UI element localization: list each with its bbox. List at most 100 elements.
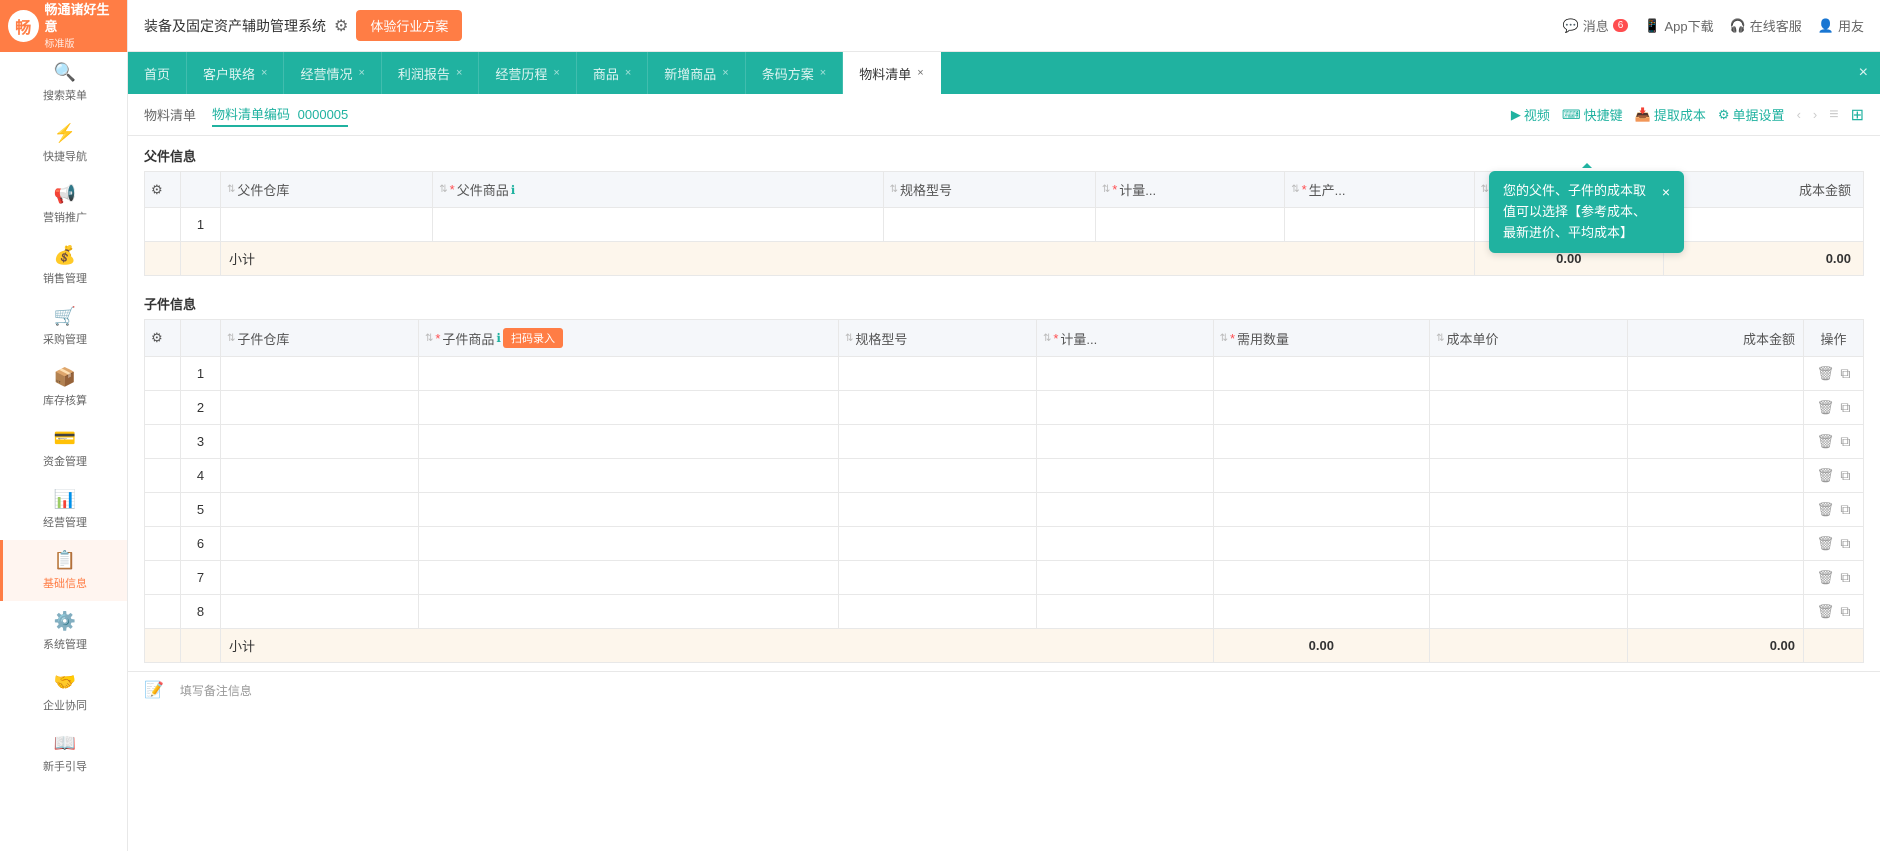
tab-history[interactable]: 经营历程 × [479, 52, 576, 94]
tooltip-close-button[interactable]: × [1662, 181, 1670, 203]
child-row-unit-cost[interactable] [1430, 357, 1628, 391]
child-row-warehouse[interactable] [221, 391, 419, 425]
tab-bom-close[interactable]: × [917, 67, 923, 79]
child-row-unit[interactable] [1036, 391, 1213, 425]
tab-history-close[interactable]: × [553, 67, 559, 79]
delete-icon[interactable]: 🗑 [1817, 501, 1835, 518]
tab-barcode[interactable]: 条码方案 × [746, 52, 843, 94]
delete-icon[interactable]: 🗑 [1817, 569, 1835, 586]
bottom-bar-text[interactable]: 填写备注信息 [180, 682, 252, 699]
child-row-unit[interactable] [1036, 527, 1213, 561]
child-row-qty[interactable] [1213, 459, 1429, 493]
sort-icon[interactable]: ⇅ [1043, 333, 1051, 344]
child-row-cost-amount[interactable] [1628, 391, 1804, 425]
online-service-button[interactable]: 🎧 在线客服 [1730, 16, 1802, 35]
child-row-cost-amount[interactable] [1628, 459, 1804, 493]
child-row-cost-amount[interactable] [1628, 425, 1804, 459]
sidebar-item-purchase[interactable]: 🛒 采购管理 [0, 296, 127, 357]
child-goods-info-icon[interactable]: ℹ [496, 331, 501, 345]
copy-icon[interactable]: ⧉ [1840, 399, 1850, 416]
child-row-spec[interactable] [838, 425, 1036, 459]
sidebar-item-inventory[interactable]: 📦 库存核算 [0, 357, 127, 418]
delete-icon[interactable]: 🗑 [1817, 535, 1835, 552]
copy-icon[interactable]: ⧉ [1840, 467, 1850, 484]
app-download-button[interactable]: 📱 App下载 [1644, 16, 1713, 35]
parent-row-warehouse[interactable] [221, 208, 433, 242]
gear-icon[interactable]: ⚙ [151, 182, 163, 197]
child-row-qty[interactable] [1213, 493, 1429, 527]
copy-icon[interactable]: ⧉ [1840, 535, 1850, 552]
parent-row-unit[interactable] [1095, 208, 1284, 242]
sidebar-item-basic-info[interactable]: 📋 基础信息 [0, 540, 127, 601]
child-row-cost-amount[interactable] [1628, 493, 1804, 527]
trial-button[interactable]: 体验行业方案 [356, 10, 462, 41]
child-row-goods[interactable] [418, 391, 838, 425]
child-row-spec[interactable] [838, 493, 1036, 527]
child-row-cost-amount[interactable] [1628, 527, 1804, 561]
child-row-unit[interactable] [1036, 459, 1213, 493]
child-row-warehouse[interactable] [221, 527, 419, 561]
table-view-icon[interactable]: ⊞ [1851, 105, 1864, 125]
child-row-qty[interactable] [1213, 527, 1429, 561]
child-row-goods[interactable] [418, 425, 838, 459]
sidebar-item-sales[interactable]: 💰 销售管理 [0, 235, 127, 296]
copy-icon[interactable]: ⧉ [1840, 365, 1850, 382]
parent-row-production[interactable] [1285, 208, 1474, 242]
tab-customer[interactable]: 客户联络 × [187, 52, 284, 94]
sort-icon[interactable]: ⇅ [890, 184, 898, 195]
gear-button[interactable]: ⚙ [334, 16, 348, 36]
tab-operations-status-close[interactable]: × [358, 67, 364, 79]
child-row-unit-cost[interactable] [1430, 391, 1628, 425]
sort-icon[interactable]: ⇅ [1102, 184, 1110, 195]
child-row-goods[interactable] [418, 493, 838, 527]
child-row-unit[interactable] [1036, 561, 1213, 595]
sort-icon[interactable]: ⇅ [845, 333, 853, 344]
tab-goods[interactable]: 商品 × [577, 52, 648, 94]
copy-icon[interactable]: ⧉ [1840, 433, 1850, 450]
child-row-qty[interactable] [1213, 561, 1429, 595]
delete-icon[interactable]: 🗑 [1817, 399, 1835, 416]
sort-icon[interactable]: ⇅ [1436, 333, 1444, 344]
sort-icon[interactable]: ⇅ [439, 184, 447, 195]
child-row-cost-amount[interactable] [1628, 561, 1804, 595]
sidebar-item-operations[interactable]: 📊 经营管理 [0, 479, 127, 540]
sidebar-item-quick-nav[interactable]: ⚡ 快捷导航 [0, 113, 127, 174]
message-button[interactable]: 💬 消息 6 [1563, 16, 1629, 35]
sidebar-item-search[interactable]: 🔍 搜索菜单 [0, 52, 127, 113]
parent-row-goods[interactable] [433, 208, 883, 242]
child-row-warehouse[interactable] [221, 357, 419, 391]
child-row-goods[interactable] [418, 459, 838, 493]
child-row-warehouse[interactable] [221, 459, 419, 493]
user-menu[interactable]: 👤 用友 [1818, 16, 1864, 35]
gear-icon[interactable]: ⚙ [151, 330, 163, 345]
sidebar-item-system[interactable]: ⚙️ 系统管理 [0, 601, 127, 662]
copy-icon[interactable]: ⧉ [1840, 501, 1850, 518]
close-all-tabs[interactable]: × [1847, 64, 1880, 82]
delete-icon[interactable]: 🗑 [1817, 603, 1835, 620]
child-row-spec[interactable] [838, 459, 1036, 493]
child-row-unit[interactable] [1036, 493, 1213, 527]
child-row-spec[interactable] [838, 561, 1036, 595]
child-row-unit-cost[interactable] [1430, 459, 1628, 493]
child-row-spec[interactable] [838, 391, 1036, 425]
child-row-goods[interactable] [418, 357, 838, 391]
child-row-warehouse[interactable] [221, 561, 419, 595]
child-row-unit-cost[interactable] [1430, 561, 1628, 595]
single-settings-button[interactable]: ⚙ 单据设置 [1718, 105, 1785, 124]
child-row-unit[interactable] [1036, 595, 1213, 629]
child-row-unit[interactable] [1036, 357, 1213, 391]
nav-next[interactable]: › [1813, 107, 1817, 122]
sort-icon[interactable]: ⇅ [1291, 184, 1299, 195]
delete-icon[interactable]: 🗑 [1817, 365, 1835, 382]
child-row-unit-cost[interactable] [1430, 425, 1628, 459]
tab-goods-close[interactable]: × [625, 67, 631, 79]
child-row-cost-amount[interactable] [1628, 595, 1804, 629]
shortcut-button[interactable]: ⌨ 快捷键 [1562, 105, 1623, 124]
sidebar-item-finance[interactable]: 💳 资金管理 [0, 418, 127, 479]
delete-icon[interactable]: 🗑 [1817, 467, 1835, 484]
subtab-bom-list[interactable]: 物料清单 [144, 103, 196, 126]
child-row-cost-amount[interactable] [1628, 357, 1804, 391]
child-row-goods[interactable] [418, 595, 838, 629]
copy-icon[interactable]: ⧉ [1840, 569, 1850, 586]
child-row-qty[interactable] [1213, 425, 1429, 459]
